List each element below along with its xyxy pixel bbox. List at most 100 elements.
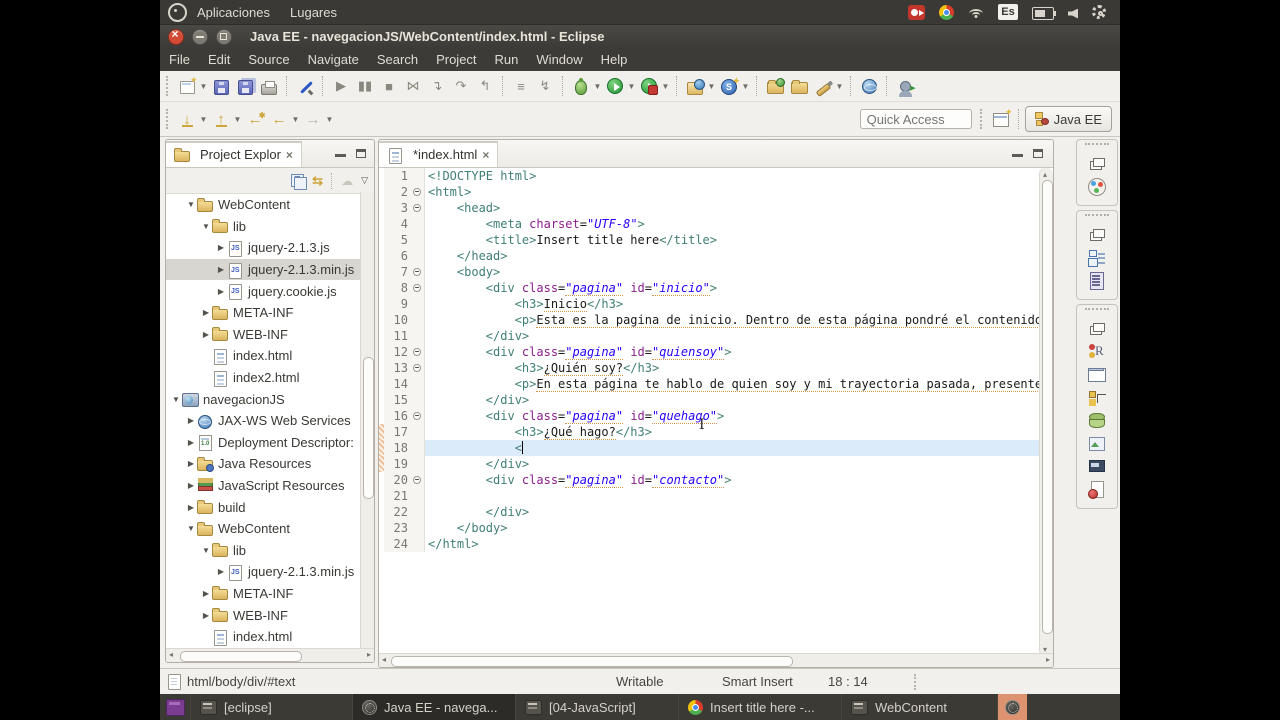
fold-collapse-icon[interactable] [411, 408, 425, 424]
taskbar-item--eclipse-[interactable]: [eclipse] [190, 694, 352, 720]
tree-collapsed-arrow-icon[interactable]: ▶ [200, 308, 212, 317]
code-line-21[interactable]: 21 [379, 488, 1053, 504]
restore-view-icon[interactable] [1087, 319, 1107, 339]
tree-collapsed-arrow-icon[interactable]: ▶ [185, 416, 197, 425]
tree-item-deployment-descriptor-[interactable]: ▶ Deployment Descriptor: [166, 432, 374, 454]
tree-collapsed-arrow-icon[interactable]: ▶ [200, 330, 212, 339]
tree-expanded-arrow-icon[interactable]: ▼ [200, 546, 212, 555]
dropdown-arrow-icon[interactable]: ▼ [627, 82, 636, 91]
dropdown-arrow-icon[interactable]: ▼ [233, 115, 242, 124]
dropdown-arrow-icon[interactable]: ▼ [741, 82, 750, 91]
tree-collapsed-arrow-icon[interactable]: ▶ [185, 459, 197, 468]
tree-item-lib[interactable]: ▼ lib [166, 540, 374, 562]
code-line-10[interactable]: 10 <p>Esta es la pagina de inicio. Dentr… [379, 312, 1053, 328]
javascript-format-button[interactable] [812, 75, 834, 97]
menu-navigate[interactable]: Navigate [299, 50, 368, 69]
code-line-19[interactable]: 19 </div> [379, 456, 1053, 472]
tree-collapsed-arrow-icon[interactable]: ▶ [215, 567, 227, 576]
code-line-16[interactable]: 16 <div class="pagina" id="quehago"> [379, 408, 1053, 424]
code-line-2[interactable]: 2 <html> [379, 184, 1053, 200]
code-line-20[interactable]: 20 <div class="pagina" id="contacto"> [379, 472, 1053, 488]
fold-collapse-icon[interactable] [411, 472, 425, 488]
battery-icon[interactable] [1032, 6, 1056, 20]
tree-item-index-html[interactable]: index.html [166, 345, 374, 367]
restore-view-icon[interactable] [1087, 154, 1107, 174]
tree-collapsed-arrow-icon[interactable]: ▶ [215, 287, 227, 296]
dropdown-arrow-icon[interactable]: ▼ [835, 82, 844, 91]
fold-collapse-icon[interactable] [411, 200, 425, 216]
new-server-button[interactable] [684, 75, 706, 97]
skip-all-breakpoints-button[interactable] [294, 75, 316, 97]
tree-item-lib[interactable]: ▼ lib [166, 216, 374, 238]
code-line-11[interactable]: 11 </div> [379, 328, 1053, 344]
breakpoint-types-button[interactable]: ↯ [534, 75, 556, 97]
code-line-22[interactable]: 22 </div> [379, 504, 1053, 520]
tree-item-web-inf[interactable]: ▶ WEB-INF [166, 324, 374, 346]
code-line-15[interactable]: 15 </div> [379, 392, 1053, 408]
quick-access-input[interactable] [859, 109, 972, 129]
fold-collapse-icon[interactable] [411, 344, 425, 360]
minimize-editor-button[interactable] [1012, 154, 1023, 161]
menu-search[interactable]: Search [368, 50, 427, 69]
session-gear-icon[interactable] [1092, 5, 1106, 19]
tree-item-webcontent[interactable]: ▼ WebContent [166, 518, 374, 540]
palette-view-icon[interactable] [1087, 177, 1107, 197]
menu-source[interactable]: Source [239, 50, 298, 69]
menu-window[interactable]: Window [527, 50, 591, 69]
dropdown-arrow-icon[interactable]: ▼ [199, 115, 208, 124]
code-line-13[interactable]: 13 <h3>¿Quién soy?</h3> [379, 360, 1053, 376]
code-line-3[interactable]: 3 <head> [379, 200, 1053, 216]
tree-item-index-html[interactable]: index.html [166, 626, 374, 648]
view-group-drag-handle[interactable] [1085, 143, 1109, 151]
view-group-drag-handle[interactable] [1085, 214, 1109, 222]
last-edit-location-button[interactable]: ↓ [176, 108, 198, 130]
menu-help[interactable]: Help [592, 50, 637, 69]
terminate-button[interactable]: ■ [378, 75, 400, 97]
code-line-9[interactable]: 9 <h3>Inicio</h3> [379, 296, 1053, 312]
dropdown-arrow-icon[interactable]: ▼ [199, 82, 208, 91]
taskbar-item--04-javascript-[interactable]: [04-JavaScript] [515, 694, 678, 720]
run-button[interactable] [604, 75, 626, 97]
menu-run[interactable]: Run [486, 50, 528, 69]
chrome-icon[interactable] [939, 4, 954, 20]
export-war-button[interactable] [764, 75, 786, 97]
suspend-button[interactable]: ▮▮ [354, 75, 376, 97]
code-line-8[interactable]: 8 <div class="pagina" id="inicio"> [379, 280, 1053, 296]
properties-view-icon[interactable] [1087, 365, 1107, 385]
back-to-button[interactable]: ← [244, 107, 266, 130]
minimize-view-button[interactable] [335, 154, 346, 161]
tree-expanded-arrow-icon[interactable]: ▼ [185, 200, 197, 209]
tree-item-javascript-resources[interactable]: ▶ JavaScript Resources [166, 475, 374, 497]
tree-item-navegacionjs[interactable]: ▼ navegacionJS [166, 388, 374, 410]
collapse-all-icon[interactable] [291, 171, 308, 190]
code-line-14[interactable]: 14 <p>En esta página te hablo de quien s… [379, 376, 1053, 392]
markers-view-icon[interactable] [1087, 342, 1107, 362]
tree-item-jquery-2-1-3-js[interactable]: ▶ jquery-2.1.3.js [166, 237, 374, 259]
dropdown-arrow-icon[interactable]: ▼ [661, 82, 670, 91]
workspace-switcher[interactable] [160, 694, 190, 720]
volume-icon[interactable] [1068, 8, 1078, 19]
view-menu-icon[interactable]: ▽ [361, 175, 368, 186]
run-external-button[interactable] [638, 75, 660, 97]
explorer-vertical-scrollbar[interactable] [360, 192, 374, 649]
tree-item-jquery-2-1-3-min-js[interactable]: ▶ jquery-2.1.3.min.js [166, 258, 374, 281]
maximize-view-button[interactable] [356, 149, 366, 158]
code-line-6[interactable]: 6 </head> [379, 248, 1053, 264]
dropdown-arrow-icon[interactable]: ▼ [291, 115, 300, 124]
code-line-17[interactable]: 17 <h3>¿Qué hago?</h3> [379, 424, 1053, 440]
menu-file[interactable]: File [160, 50, 199, 69]
search-profile-button[interactable] [894, 75, 916, 97]
tree-expanded-arrow-icon[interactable]: ▼ [170, 395, 182, 404]
tree-collapsed-arrow-icon[interactable]: ▶ [200, 611, 212, 620]
step-return-button[interactable]: ↰ [474, 75, 496, 97]
minimize-window-button[interactable] [192, 28, 208, 45]
menu-edit[interactable]: Edit [199, 50, 239, 69]
code-line-24[interactable]: 24 </html> [379, 536, 1053, 552]
taskbar-item-alert[interactable] [997, 694, 1027, 720]
previous-edit-location-button[interactable]: ↑ [210, 108, 232, 130]
save-button[interactable] [210, 75, 232, 97]
back-button[interactable]: ← [268, 108, 290, 130]
code-line-4[interactable]: 4 <meta charset="UTF-8"> [379, 216, 1053, 232]
documentation-view-icon[interactable] [1087, 271, 1107, 291]
debug-button[interactable] [570, 75, 592, 97]
